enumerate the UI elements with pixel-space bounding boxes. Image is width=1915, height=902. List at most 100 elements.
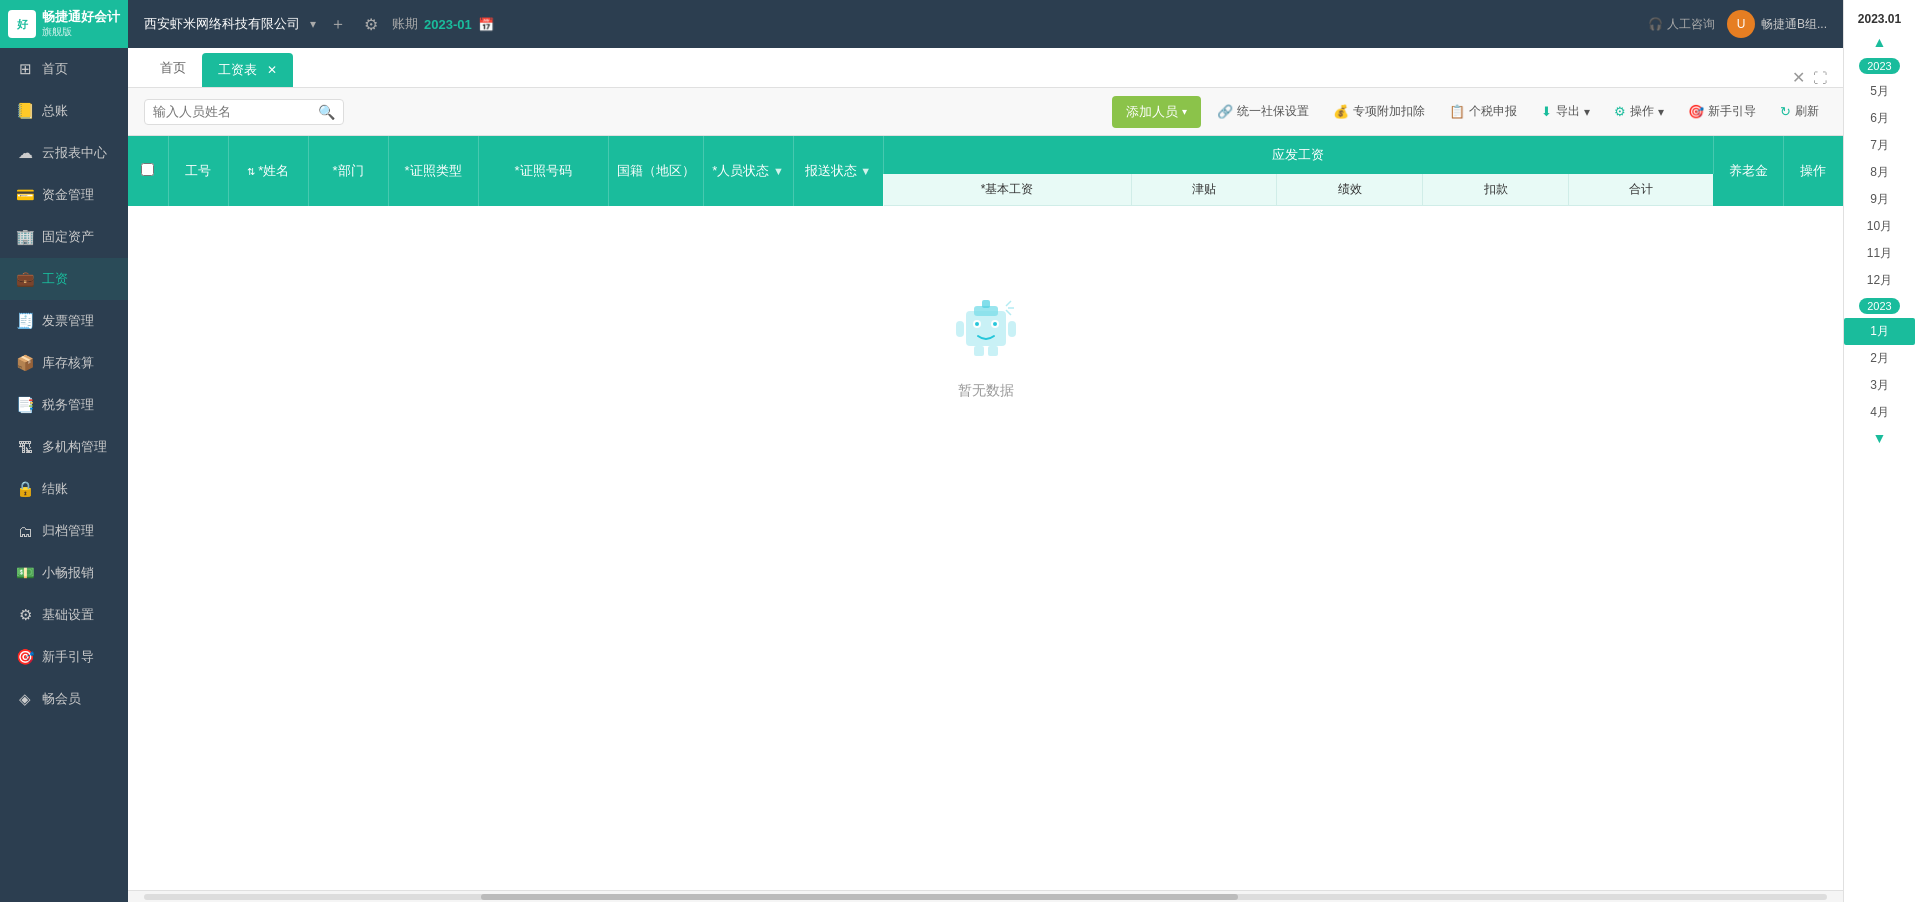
month-item-prev-12月[interactable]: 12月: [1844, 267, 1915, 294]
window-close-icon[interactable]: ✕: [1792, 68, 1805, 87]
period-value[interactable]: 2023-01: [424, 17, 472, 32]
col-deduct: 扣款: [1423, 174, 1569, 206]
col-cert-no: *证照号码: [478, 136, 608, 206]
sidebar-icon-14: 🎯: [16, 648, 34, 666]
add-person-btn[interactable]: 添加人员 ▾: [1112, 96, 1201, 128]
sidebar-label-14: 新手引导: [42, 648, 94, 666]
month-list: 20235月6月7月8月9月10月11月12月20231月2月3月4月: [1844, 54, 1915, 426]
sidebar-item-多机构管理[interactable]: 🏗 多机构管理: [0, 426, 128, 468]
service-btn[interactable]: 🎧 人工咨询: [1648, 16, 1715, 33]
headset-icon: 🎧: [1648, 17, 1663, 31]
month-item-prev-6月[interactable]: 6月: [1844, 105, 1915, 132]
year-badge: 2023: [1859, 58, 1899, 74]
month-item-prev-9月[interactable]: 9月: [1844, 186, 1915, 213]
sidebar-item-发票管理[interactable]: 🧾 发票管理: [0, 300, 128, 342]
company-name[interactable]: 西安虾米网络科技有限公司: [144, 15, 300, 33]
tab-home[interactable]: 首页: [144, 51, 202, 87]
horizontal-scrollbar[interactable]: [128, 890, 1843, 902]
company-dropdown-icon[interactable]: ▾: [310, 17, 316, 31]
select-all-checkbox[interactable]: [141, 163, 154, 176]
col-num: 工号: [168, 136, 228, 206]
sidebar-label-2: 云报表中心: [42, 144, 107, 162]
header-right: 🎧 人工咨询 U 畅捷通B组...: [1648, 10, 1827, 38]
month-item-prev-11月[interactable]: 11月: [1844, 240, 1915, 267]
avatar: U: [1727, 10, 1755, 38]
sidebar-icon-1: 📒: [16, 102, 34, 120]
tab-close-icon[interactable]: ✕: [267, 63, 277, 77]
sidebar-item-库存核算[interactable]: 📦 库存核算: [0, 342, 128, 384]
col-dept: *部门: [308, 136, 388, 206]
social-insurance-btn[interactable]: 🔗 统一社保设置: [1209, 99, 1317, 124]
tax-declaration-btn[interactable]: 📋 个税申报: [1441, 99, 1525, 124]
sidebar-item-首页[interactable]: ⊞ 首页: [0, 48, 128, 90]
add-company-icon[interactable]: ＋: [326, 10, 350, 39]
col-ops: 操作: [1783, 136, 1843, 206]
month-item-4月[interactable]: 4月: [1844, 399, 1915, 426]
col-total: 合计: [1569, 174, 1713, 206]
period-label: 账期 2023-01 📅: [392, 15, 494, 33]
status-filter-icon[interactable]: ▼: [773, 165, 784, 177]
ops-chevron: ▾: [1658, 105, 1664, 119]
guide-icon: 🎯: [1688, 104, 1704, 119]
sidebar-item-结账[interactable]: 🔒 结账: [0, 468, 128, 510]
svg-point-6: [993, 322, 997, 326]
scroll-thumb: [481, 894, 1238, 900]
month-item-1月[interactable]: 1月: [1844, 318, 1915, 345]
guide-btn[interactable]: 🎯 新手引导: [1680, 99, 1764, 124]
col-nation: 国籍（地区）: [608, 136, 703, 206]
sidebar-label-13: 基础设置: [42, 606, 94, 624]
sidebar-label-4: 固定资产: [42, 228, 94, 246]
svg-line-11: [1006, 301, 1011, 306]
settings-icon[interactable]: ⚙: [360, 11, 382, 38]
date-panel: 2023.01 ▲ 20235月6月7月8月9月10月11月12月20231月2…: [1843, 0, 1915, 902]
export-btn[interactable]: ⬇ 导出 ▾: [1533, 99, 1598, 124]
search-input[interactable]: [153, 104, 312, 119]
operations-btn[interactable]: ⚙ 操作 ▾: [1606, 99, 1672, 124]
sidebar-item-畅会员[interactable]: ◈ 畅会员: [0, 678, 128, 720]
search-wrapper: 🔍: [144, 99, 344, 125]
svg-rect-8: [1008, 321, 1016, 337]
sidebar-item-资金管理[interactable]: 💳 资金管理: [0, 174, 128, 216]
sidebar-item-工资[interactable]: 💼 工资: [0, 258, 128, 300]
month-item-prev-5月[interactable]: 5月: [1844, 78, 1915, 105]
month-item-prev-7月[interactable]: 7月: [1844, 132, 1915, 159]
user-menu[interactable]: U 畅捷通B组...: [1727, 10, 1827, 38]
panel-down-arrow[interactable]: ▼: [1869, 426, 1891, 450]
sidebar-label-15: 畅会员: [42, 690, 81, 708]
col-bonus: 津贴: [1131, 174, 1277, 206]
username: 畅捷通B组...: [1761, 16, 1827, 33]
sidebar-item-固定资产[interactable]: 🏢 固定资产: [0, 216, 128, 258]
sidebar-icon-9: 🏗: [16, 439, 34, 456]
col-checkbox: [128, 136, 168, 206]
tab-salary[interactable]: 工资表 ✕: [202, 53, 293, 87]
sidebar-item-基础设置[interactable]: ⚙ 基础设置: [0, 594, 128, 636]
window-expand-icon[interactable]: ⛶: [1813, 70, 1827, 86]
sidebar-item-税务管理[interactable]: 📑 税务管理: [0, 384, 128, 426]
report-filter-icon[interactable]: ▼: [860, 165, 871, 177]
table-container: 工号 ⇅ *姓名 *部门 *证照类型 *证照号码 国籍（地区） *人员状态 ▼ …: [128, 136, 1843, 890]
sort-icon: ⇅: [247, 166, 255, 177]
special-deduction-btn[interactable]: 💰 专项附加扣除: [1325, 99, 1433, 124]
sidebar-icon-6: 🧾: [16, 312, 34, 330]
sidebar-icon-5: 💼: [16, 270, 34, 288]
panel-up-arrow[interactable]: ▲: [1869, 30, 1891, 54]
operations-icon: ⚙: [1614, 104, 1626, 119]
refresh-btn[interactable]: ↻ 刷新: [1772, 99, 1827, 124]
sidebar-item-归档管理[interactable]: 🗂 归档管理: [0, 510, 128, 552]
sidebar-item-小畅报销[interactable]: 💵 小畅报销: [0, 552, 128, 594]
sidebar-item-云报表中心[interactable]: ☁ 云报表中心: [0, 132, 128, 174]
sidebar-label-9: 多机构管理: [42, 438, 107, 456]
calendar-icon[interactable]: 📅: [478, 17, 494, 32]
app-logo: 好 畅捷通好会计 旗舰版: [0, 0, 128, 48]
export-icon: ⬇: [1541, 104, 1552, 119]
export-chevron: ▾: [1584, 105, 1590, 119]
sidebar-item-总账[interactable]: 📒 总账: [0, 90, 128, 132]
svg-rect-10: [988, 346, 998, 356]
month-item-2月[interactable]: 2月: [1844, 345, 1915, 372]
social-insurance-icon: 🔗: [1217, 104, 1233, 119]
month-item-prev-8月[interactable]: 8月: [1844, 159, 1915, 186]
sidebar-item-新手引导[interactable]: 🎯 新手引导: [0, 636, 128, 678]
month-item-prev-10月[interactable]: 10月: [1844, 213, 1915, 240]
svg-rect-2: [982, 300, 990, 308]
month-item-3月[interactable]: 3月: [1844, 372, 1915, 399]
